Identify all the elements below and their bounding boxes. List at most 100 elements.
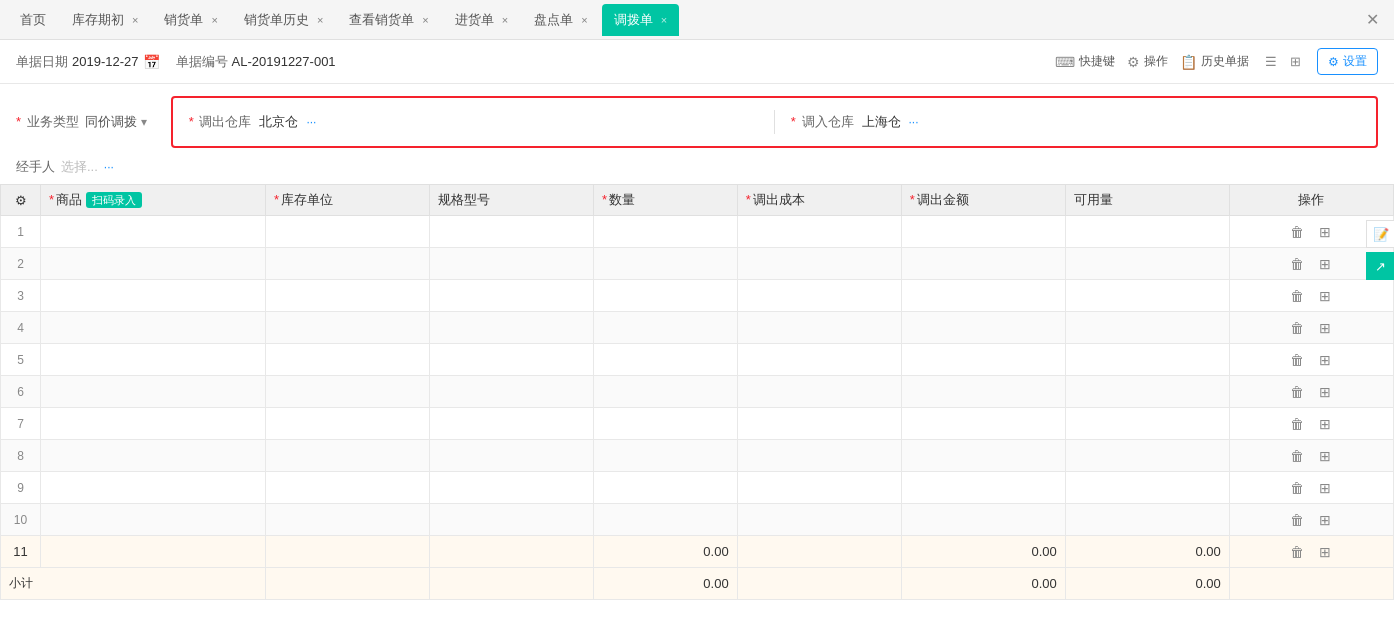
tab-transfer-order-close[interactable]: × bbox=[661, 14, 667, 26]
window-close-button[interactable]: ✕ bbox=[1358, 6, 1386, 34]
copy-icon-9[interactable]: ⊞ bbox=[1315, 478, 1335, 498]
float-note-button[interactable]: 📝 bbox=[1366, 220, 1394, 248]
cell-product-5[interactable] bbox=[41, 344, 266, 376]
delete-icon-8[interactable]: 🗑 bbox=[1287, 446, 1307, 466]
cell-unit-10[interactable] bbox=[265, 504, 429, 536]
tab-inventory-check[interactable]: 盘点单 × bbox=[522, 4, 599, 36]
cell-qty-3[interactable] bbox=[594, 280, 738, 312]
cell-unit-4[interactable] bbox=[265, 312, 429, 344]
cell-spec-8[interactable] bbox=[430, 440, 594, 472]
cell-qty-6[interactable] bbox=[594, 376, 738, 408]
cell-spec-7[interactable] bbox=[430, 408, 594, 440]
copy-icon-8[interactable]: ⊞ bbox=[1315, 446, 1335, 466]
cell-spec-2[interactable] bbox=[430, 248, 594, 280]
cell-cost-9[interactable] bbox=[737, 472, 901, 504]
cell-qty-10[interactable] bbox=[594, 504, 738, 536]
cell-spec-3[interactable] bbox=[430, 280, 594, 312]
copy-icon-7[interactable]: ⊞ bbox=[1315, 414, 1335, 434]
cell-unit-6[interactable] bbox=[265, 376, 429, 408]
cell-unit-11[interactable] bbox=[265, 536, 429, 568]
cell-amount-3[interactable] bbox=[901, 280, 1065, 312]
cell-cost-3[interactable] bbox=[737, 280, 901, 312]
cell-cost-7[interactable] bbox=[737, 408, 901, 440]
cell-qty-9[interactable] bbox=[594, 472, 738, 504]
cell-available-3[interactable] bbox=[1065, 280, 1229, 312]
scan-input-button[interactable]: 扫码录入 bbox=[86, 192, 142, 208]
tab-home[interactable]: 首页 bbox=[8, 4, 58, 36]
cell-spec-4[interactable] bbox=[430, 312, 594, 344]
cell-unit-9[interactable] bbox=[265, 472, 429, 504]
cell-spec-11[interactable] bbox=[430, 536, 594, 568]
cell-qty-5[interactable] bbox=[594, 344, 738, 376]
tab-view-sales[interactable]: 查看销货单 × bbox=[337, 4, 440, 36]
float-expand-button[interactable]: ↗ bbox=[1366, 252, 1394, 280]
cell-cost-8[interactable] bbox=[737, 440, 901, 472]
cell-product-3[interactable] bbox=[41, 280, 266, 312]
cell-qty-7[interactable] bbox=[594, 408, 738, 440]
cell-amount-5[interactable] bbox=[901, 344, 1065, 376]
delete-icon-1[interactable]: 🗑 bbox=[1287, 222, 1307, 242]
cell-qty-2[interactable] bbox=[594, 248, 738, 280]
delete-icon-6[interactable]: 🗑 bbox=[1287, 382, 1307, 402]
tab-sales-order[interactable]: 销货单 × bbox=[152, 4, 229, 36]
warehouse-out-more-icon[interactable]: ··· bbox=[306, 115, 316, 129]
operation-button[interactable]: ⚙ 操作 bbox=[1127, 53, 1168, 70]
cell-amount-9[interactable] bbox=[901, 472, 1065, 504]
cell-available-4[interactable] bbox=[1065, 312, 1229, 344]
cell-available-6[interactable] bbox=[1065, 376, 1229, 408]
cell-cost-10[interactable] bbox=[737, 504, 901, 536]
cell-qty-8[interactable] bbox=[594, 440, 738, 472]
layout-grid-icon[interactable]: ⊞ bbox=[1285, 52, 1305, 72]
copy-icon-11[interactable]: ⊞ bbox=[1315, 542, 1335, 562]
delete-icon-4[interactable]: 🗑 bbox=[1287, 318, 1307, 338]
cell-cost-2[interactable] bbox=[737, 248, 901, 280]
cell-available-8[interactable] bbox=[1065, 440, 1229, 472]
cell-amount-10[interactable] bbox=[901, 504, 1065, 536]
handler-more-icon[interactable]: ··· bbox=[104, 160, 114, 174]
cell-amount-6[interactable] bbox=[901, 376, 1065, 408]
cell-unit-1[interactable] bbox=[265, 216, 429, 248]
cell-unit-2[interactable] bbox=[265, 248, 429, 280]
cell-cost-6[interactable] bbox=[737, 376, 901, 408]
cell-spec-1[interactable] bbox=[430, 216, 594, 248]
copy-icon-1[interactable]: ⊞ bbox=[1315, 222, 1335, 242]
tab-view-sales-close[interactable]: × bbox=[422, 14, 428, 26]
col-header-setting[interactable]: ⚙ bbox=[1, 185, 41, 216]
cell-qty-1[interactable] bbox=[594, 216, 738, 248]
delete-icon-7[interactable]: 🗑 bbox=[1287, 414, 1307, 434]
cell-product-1[interactable] bbox=[41, 216, 266, 248]
cell-amount-2[interactable] bbox=[901, 248, 1065, 280]
warehouse-in-more-icon[interactable]: ··· bbox=[909, 115, 919, 129]
delete-icon-5[interactable]: 🗑 bbox=[1287, 350, 1307, 370]
setting-button[interactable]: ⚙ 设置 bbox=[1317, 48, 1378, 75]
cell-unit-5[interactable] bbox=[265, 344, 429, 376]
copy-icon-6[interactable]: ⊞ bbox=[1315, 382, 1335, 402]
handler-placeholder[interactable]: 选择... bbox=[61, 158, 98, 176]
cell-cost-1[interactable] bbox=[737, 216, 901, 248]
tab-purchase-order-close[interactable]: × bbox=[502, 14, 508, 26]
cell-spec-10[interactable] bbox=[430, 504, 594, 536]
tab-sales-history[interactable]: 销货单历史 × bbox=[232, 4, 335, 36]
copy-icon-5[interactable]: ⊞ bbox=[1315, 350, 1335, 370]
tab-purchase-order[interactable]: 进货单 × bbox=[443, 4, 520, 36]
cell-spec-6[interactable] bbox=[430, 376, 594, 408]
business-type-dropdown[interactable]: 同价调拨 ▾ bbox=[85, 113, 147, 131]
tab-sales-order-close[interactable]: × bbox=[211, 14, 217, 26]
delete-icon-9[interactable]: 🗑 bbox=[1287, 478, 1307, 498]
cell-product-2[interactable] bbox=[41, 248, 266, 280]
cell-product-10[interactable] bbox=[41, 504, 266, 536]
tab-inventory-init[interactable]: 库存期初 × bbox=[60, 4, 150, 36]
cell-unit-7[interactable] bbox=[265, 408, 429, 440]
cell-amount-1[interactable] bbox=[901, 216, 1065, 248]
history-button[interactable]: 📋 历史单据 bbox=[1180, 53, 1249, 70]
cell-product-6[interactable] bbox=[41, 376, 266, 408]
tab-inventory-check-close[interactable]: × bbox=[581, 14, 587, 26]
cell-available-5[interactable] bbox=[1065, 344, 1229, 376]
cell-product-7[interactable] bbox=[41, 408, 266, 440]
delete-icon-2[interactable]: 🗑 bbox=[1287, 254, 1307, 274]
cell-spec-5[interactable] bbox=[430, 344, 594, 376]
cell-product-11[interactable] bbox=[41, 536, 266, 568]
tab-transfer-order[interactable]: 调拨单 × bbox=[602, 4, 679, 36]
cell-unit-8[interactable] bbox=[265, 440, 429, 472]
copy-icon-2[interactable]: ⊞ bbox=[1315, 254, 1335, 274]
